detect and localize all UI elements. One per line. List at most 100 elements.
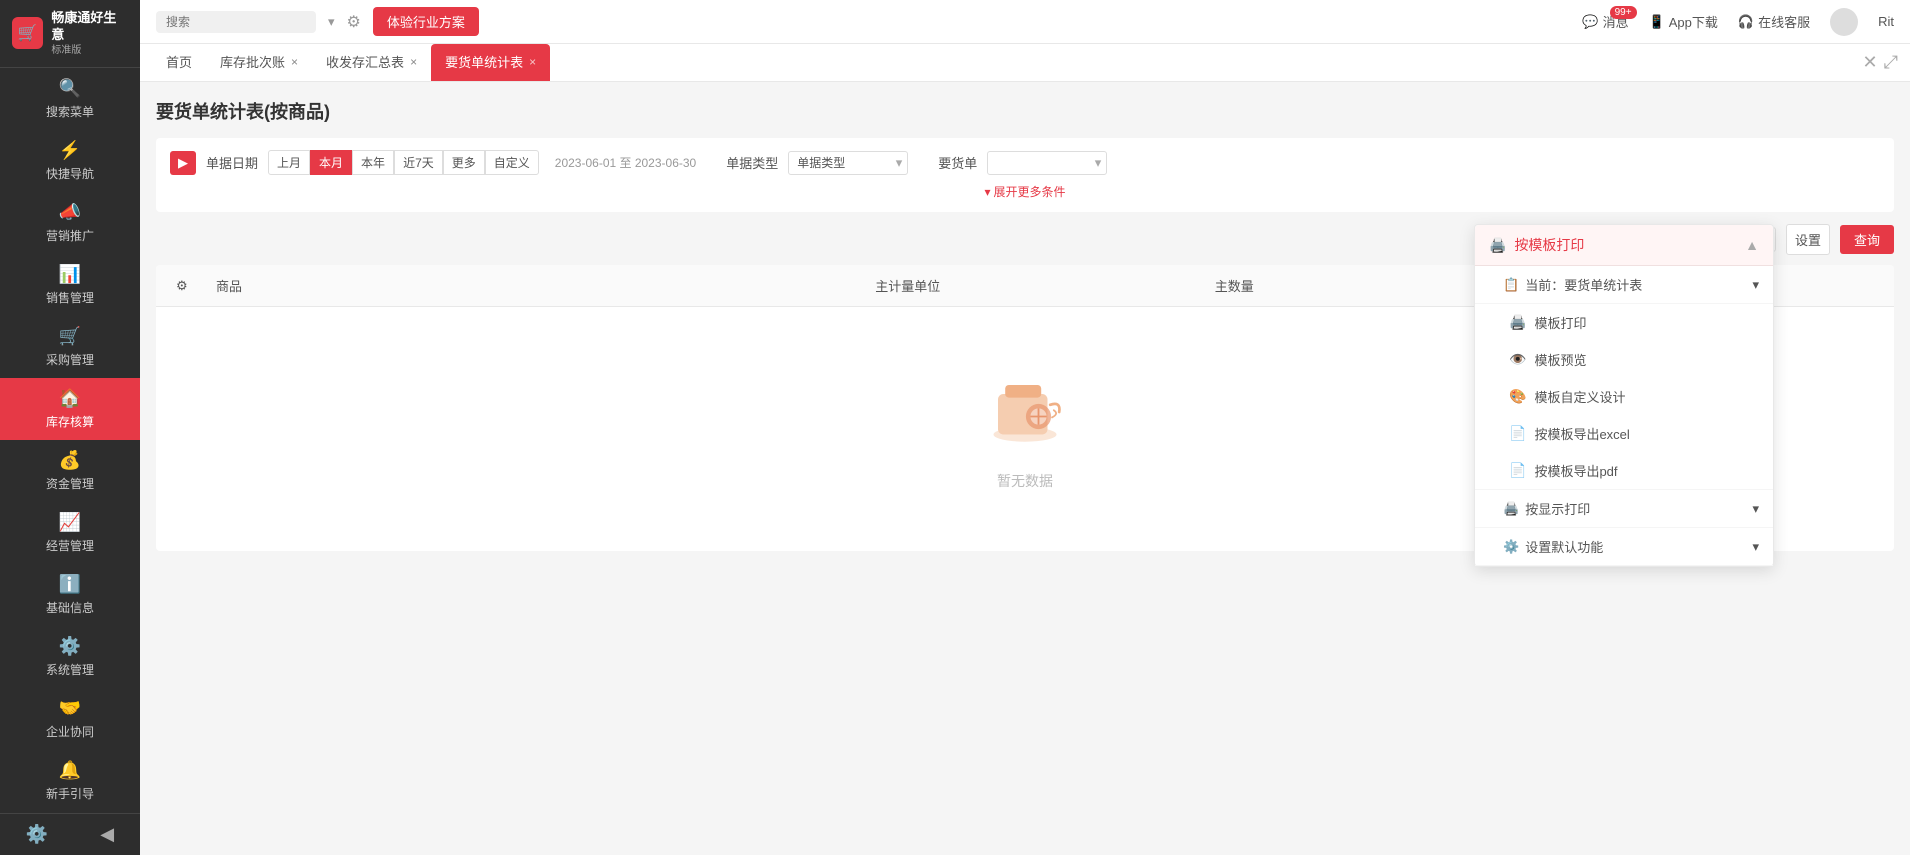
sidebar-item-sales-mgmt[interactable]: 📊 销售管理	[0, 254, 140, 316]
sidebar-item-ops-mgmt[interactable]: 📈 经营管理	[0, 502, 140, 564]
avatar[interactable]	[1830, 8, 1858, 36]
template-print-icon: 🖨️	[1509, 314, 1526, 331]
main-area: ▾ ⚙ 体验行业方案 💬 消息 99+ 📱 App下载 🎧 在线客服 Rit 首…	[140, 0, 1910, 855]
display-print-icon: 🖨️	[1503, 501, 1519, 517]
tab-home-label: 首页	[166, 52, 192, 71]
enterprise-icon: 🤝	[59, 698, 81, 719]
tab-inventory-batch[interactable]: 库存批次账 ×	[206, 44, 312, 81]
set-default-row[interactable]: ⚙️ 设置默认功能 ▾	[1475, 528, 1773, 565]
app-title: 畅康通好生意	[51, 10, 128, 44]
dropdown-close-icon[interactable]: ▲	[1745, 237, 1759, 253]
dropdown-template-preview[interactable]: 👁️ 模板预览	[1475, 341, 1773, 378]
sidebar-item-newcomer[interactable]: 🔔 新手引导	[0, 750, 140, 812]
date-label: 单据日期	[206, 153, 258, 172]
app-download-label: App下载	[1669, 12, 1718, 31]
dropdown-template-print[interactable]: 🖨️ 模板打印	[1475, 304, 1773, 341]
settings-outline-btn[interactable]: 设置	[1786, 224, 1830, 255]
app-logo-icon: 🛒	[12, 17, 43, 49]
export-pdf-label: 按模板导出pdf	[1534, 461, 1617, 480]
last7-btn[interactable]: 近7天	[394, 150, 443, 175]
col-header-gear[interactable]: ⚙	[166, 278, 206, 294]
app-download-btn[interactable]: 📱 App下载	[1649, 12, 1718, 31]
funds-mgmt-icon: 💰	[59, 450, 81, 471]
gear-icon[interactable]: ⚙	[347, 12, 361, 32]
tab-receipts-summary-close[interactable]: ×	[410, 55, 417, 69]
page-title: 要货单统计表(按商品)	[156, 98, 1894, 124]
newcomer-label: 新手引导	[46, 785, 94, 802]
type-select[interactable]: 单据类型 要货单	[788, 151, 908, 175]
maximize-icon[interactable]: ⤢	[1884, 52, 1898, 73]
topbar: ▾ ⚙ 体验行业方案 💬 消息 99+ 📱 App下载 🎧 在线客服 Rit	[140, 0, 1910, 44]
dropdown-header[interactable]: 🖨️ 按模板打印 ▲	[1475, 225, 1773, 266]
current-template-label-group: 📋 当前：要货单统计表	[1503, 275, 1642, 294]
sales-mgmt-icon: 📊	[59, 264, 81, 285]
message-btn[interactable]: 💬 消息 99+	[1582, 12, 1628, 31]
inventory-calc-icon: 🏠	[59, 388, 81, 409]
tab-order-stats-close[interactable]: ×	[529, 55, 536, 69]
tab-home[interactable]: 首页	[152, 44, 206, 81]
sys-mgmt-icon: ⚙️	[59, 636, 81, 657]
tab-order-stats[interactable]: 要货单统计表 ×	[431, 44, 550, 81]
sidebar-item-quick-nav[interactable]: ⚡ 快捷导航	[0, 130, 140, 192]
close-all-icon[interactable]: ✕	[1863, 52, 1878, 73]
order-filter-select[interactable]	[987, 151, 1107, 175]
dropdown-display-print-section: 🖨️ 按显示打印 ▾	[1475, 490, 1773, 528]
sidebar-item-sys-mgmt[interactable]: ⚙️ 系统管理	[0, 626, 140, 688]
basic-info-label: 基础信息	[46, 599, 94, 616]
expand-more-label: 展开更多条件	[994, 183, 1066, 200]
cur-year-btn[interactable]: 本年	[352, 150, 394, 175]
app-subtitle: 标准版	[51, 44, 128, 57]
current-template-icon: 📋	[1503, 277, 1519, 293]
filter-expand-arrow[interactable]: ▶	[170, 151, 196, 175]
tab-inventory-batch-label: 库存批次账	[220, 52, 285, 71]
dropdown-export-excel[interactable]: 📄 按模板导出excel	[1475, 415, 1773, 452]
online-service-btn[interactable]: 🎧 在线客服	[1738, 12, 1810, 31]
display-print-row[interactable]: 🖨️ 按显示打印 ▾	[1475, 490, 1773, 527]
expand-more-btn[interactable]: ▾ 展开更多条件	[984, 183, 1065, 200]
template-preview-icon: 👁️	[1509, 351, 1526, 368]
tab-order-stats-label: 要货单统计表	[445, 52, 523, 71]
dropdown-menu: 🖨️ 按模板打印 ▲ 📋 当前：要货单统计表 ▾	[1474, 224, 1774, 567]
export-excel-icon: 📄	[1509, 425, 1526, 442]
experience-btn[interactable]: 体验行业方案	[373, 7, 479, 36]
dropdown-header-left: 🖨️ 按模板打印	[1489, 235, 1584, 255]
set-default-label: 设置默认功能	[1525, 537, 1603, 556]
tab-inventory-batch-close[interactable]: ×	[291, 55, 298, 69]
query-btn[interactable]: 查询	[1840, 225, 1894, 254]
template-custom-icon: 🎨	[1509, 388, 1526, 405]
cur-month-btn[interactable]: 本月	[310, 150, 352, 175]
current-template-row[interactable]: 📋 当前：要货单统计表 ▾	[1475, 266, 1773, 303]
sidebar-item-purchase-mgmt[interactable]: 🛒 采购管理	[0, 316, 140, 378]
tab-receipts-summary[interactable]: 收发存汇总表 ×	[312, 44, 431, 81]
sidebar-item-marketing[interactable]: 📣 营销推广	[0, 192, 140, 254]
settings-outline-label: 设置	[1795, 230, 1821, 249]
sidebar-item-enterprise[interactable]: 🤝 企业协同	[0, 688, 140, 750]
col-header-unit: 主计量单位	[865, 276, 1205, 295]
set-default-label-group: ⚙️ 设置默认功能	[1503, 537, 1603, 556]
basic-info-icon: ℹ️	[59, 574, 81, 595]
inventory-calc-label: 库存核算	[46, 413, 94, 430]
prev-month-btn[interactable]: 上月	[268, 150, 310, 175]
sidebar-item-inventory-calc[interactable]: 🏠 库存核算	[0, 378, 140, 440]
dropdown-title: 按模板打印	[1514, 235, 1584, 255]
sidebar-item-basic-info[interactable]: ℹ️ 基础信息	[0, 564, 140, 626]
export-pdf-icon: 📄	[1509, 462, 1526, 479]
purchase-mgmt-icon: 🛒	[59, 326, 81, 347]
dropdown-export-pdf[interactable]: 📄 按模板导出pdf	[1475, 452, 1773, 489]
sidebar-item-search-menu[interactable]: 🔍 搜索菜单	[0, 68, 140, 130]
print-template-header-icon: 🖨️	[1489, 237, 1506, 254]
collapse-icon[interactable]: ◀	[100, 824, 114, 845]
more-btn[interactable]: 更多	[443, 150, 485, 175]
search-input[interactable]	[156, 11, 316, 33]
sidebar-item-funds-mgmt[interactable]: 💰 资金管理	[0, 440, 140, 502]
app-logo-text: 畅康通好生意 标准版	[51, 10, 128, 57]
dropdown-template-custom[interactable]: 🎨 模板自定义设计	[1475, 378, 1773, 415]
action-bar: 🖨️ 按模板打印 ▲ ↑ 导出 ↺ 刷新 ... 设置 查询	[156, 224, 1894, 255]
template-preview-label: 模板预览	[1534, 350, 1586, 369]
custom-btn[interactable]: 自定义	[485, 150, 539, 175]
template-print-label: 模板打印	[1534, 313, 1586, 332]
settings-icon[interactable]: ⚙️	[26, 824, 48, 845]
chevron-down-icon[interactable]: ▾	[328, 14, 335, 30]
filter-card: ▶ 单据日期 上月 本月 本年 近7天 更多 自定义 2023-06-01 至 …	[156, 138, 1894, 212]
marketing-label: 营销推广	[46, 227, 94, 244]
